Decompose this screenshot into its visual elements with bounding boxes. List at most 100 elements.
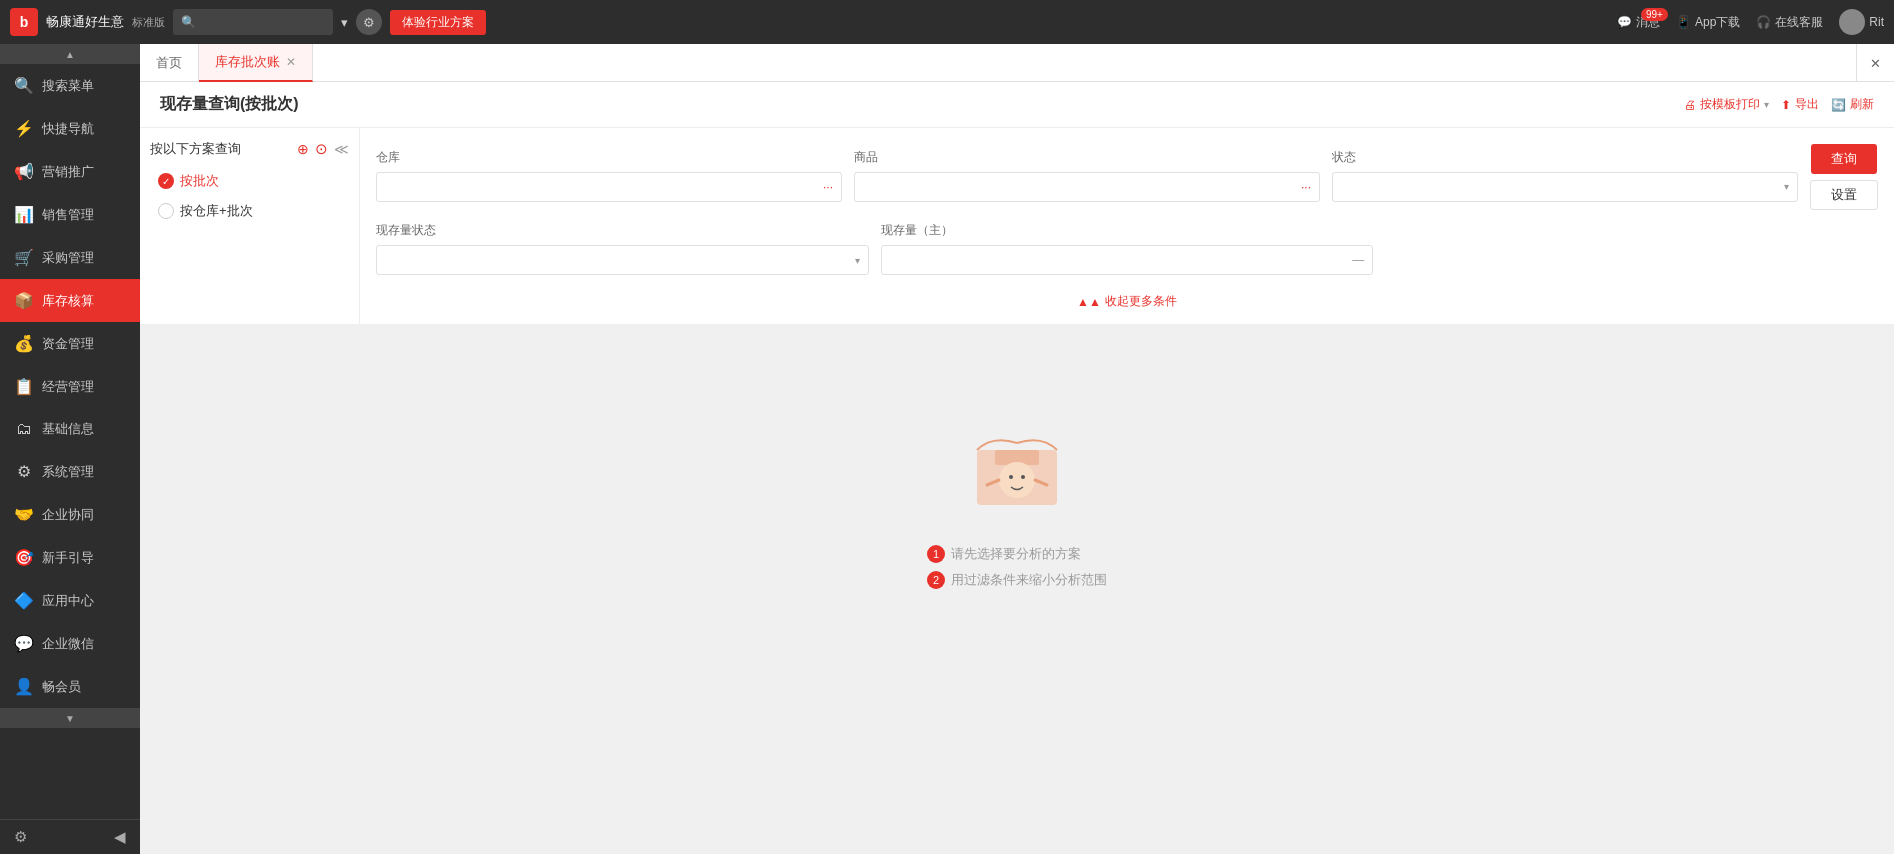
inventory-status-field: 现存量状态 ▾ (376, 222, 869, 275)
search-box[interactable]: 🔍 (173, 9, 333, 35)
warehouse-label: 仓库 (376, 149, 842, 166)
tab-home-label: 首页 (156, 54, 182, 72)
collapse-row[interactable]: ▲▲ 收起更多条件 (376, 287, 1878, 312)
sidebar-item-newuser[interactable]: 🎯 新手引导 (0, 536, 140, 579)
warehouse-input[interactable]: ··· (376, 172, 842, 202)
sidebar-item-label: 系统管理 (42, 463, 94, 481)
collapse-up-icon: ▲▲ (1077, 295, 1101, 309)
sidebar-scroll-up[interactable]: ▲ (0, 44, 140, 64)
sidebar-item-purchase[interactable]: 🛒 采购管理 (0, 236, 140, 279)
marketing-icon: 📢 (14, 162, 34, 181)
sidebar-collapse-icon[interactable]: ◀ (114, 828, 126, 846)
online-service-label: 在线客服 (1775, 14, 1823, 31)
brand-info: 畅康通好生意 标准版 (46, 13, 165, 31)
scheme-add-icon[interactable]: ⊕ (297, 141, 309, 157)
export-label: 导出 (1795, 96, 1819, 113)
sidebar-item-operation[interactable]: 📋 经营管理 (0, 365, 140, 408)
status-input[interactable]: ▾ (1332, 172, 1798, 202)
filter-actions: 查询 设置 (1810, 140, 1878, 210)
trial-button[interactable]: 体验行业方案 (390, 10, 486, 35)
tab-inventory-batch[interactable]: 库存批次账 ✕ (199, 44, 313, 82)
export-button[interactable]: ⬆ 导出 (1781, 96, 1819, 113)
sidebar-item-apps[interactable]: 🔷 应用中心 (0, 579, 140, 622)
message-icon: 💬 (1617, 15, 1632, 29)
sidebar-item-label: 库存核算 (42, 292, 94, 310)
inventory-qty-label: 现存量（主） (881, 222, 1374, 239)
scheme-collapse-icon[interactable]: ≪ (334, 141, 349, 157)
app-download-label: App下载 (1695, 14, 1740, 31)
settings-icon[interactable]: ⚙ (356, 9, 382, 35)
member-icon: 👤 (14, 677, 34, 696)
username-label: Rit (1869, 15, 1884, 29)
print-button[interactable]: 🖨 按模板打印 ▾ (1684, 96, 1769, 113)
operation-icon: 📋 (14, 377, 34, 396)
sidebar-settings-icon[interactable]: ⚙ (14, 828, 27, 846)
warehouse-field: 仓库 ··· (376, 149, 842, 202)
messages-item[interactable]: 💬 消息 99+ (1617, 14, 1660, 31)
svg-point-3 (1009, 475, 1013, 479)
dropdown-arrow[interactable]: ▾ (341, 15, 348, 30)
avatar (1839, 9, 1865, 35)
content-area: 首页 库存批次账 ✕ ✕ 现存量查询(按批次) 🖨 按模板打印 ▾ (140, 44, 1894, 854)
purchase-icon: 🛒 (14, 248, 34, 267)
product-input[interactable]: ··· (854, 172, 1320, 202)
user-item[interactable]: Rit (1839, 9, 1884, 35)
product-field: 商品 ··· (854, 149, 1320, 202)
close-icon: ✕ (1870, 56, 1881, 71)
status-label: 状态 (1332, 149, 1798, 166)
sidebar-item-label: 畅会员 (42, 678, 81, 696)
scheme-item-batch[interactable]: ✓ 按批次 (150, 166, 349, 196)
sidebar-item-label: 新手引导 (42, 549, 94, 567)
refresh-button[interactable]: 🔄 刷新 (1831, 96, 1874, 113)
online-service-item[interactable]: 🎧 在线客服 (1756, 14, 1823, 31)
inventory-status-arrow-icon: ▾ (855, 255, 860, 266)
sidebar-item-system[interactable]: ⚙ 系统管理 (0, 450, 140, 493)
sidebar-item-label: 经营管理 (42, 378, 94, 396)
sidebar-item-finance[interactable]: 💰 资金管理 (0, 322, 140, 365)
wechat-icon: 💬 (14, 634, 34, 653)
empty-tip-1: 1 请先选择要分析的方案 (927, 545, 1107, 563)
sidebar-item-marketing[interactable]: 📢 营销推广 (0, 150, 140, 193)
finance-icon: 💰 (14, 334, 34, 353)
scheme-settings-icon[interactable]: ⊙ (315, 140, 328, 158)
sidebar-item-sales[interactable]: 📊 销售管理 (0, 193, 140, 236)
sidebar-item-member[interactable]: 👤 畅会员 (0, 665, 140, 708)
sidebar-item-search[interactable]: 🔍 搜索菜单 (0, 64, 140, 107)
sidebar-item-label: 快捷导航 (42, 120, 94, 138)
page-header: 现存量查询(按批次) 🖨 按模板打印 ▾ ⬆ 导出 🔄 刷新 (140, 82, 1894, 128)
filter-row-2: 现存量状态 ▾ 现存量（主） — (376, 222, 1878, 275)
tab-home[interactable]: 首页 (140, 44, 199, 82)
inventory-qty-input[interactable]: — (881, 245, 1374, 275)
tip-1-num: 1 (927, 545, 945, 563)
sidebar-scroll-down[interactable]: ▼ (0, 708, 140, 728)
inventory-status-label: 现存量状态 (376, 222, 869, 239)
scheme-batch-label: 按批次 (180, 172, 219, 190)
query-button[interactable]: 查询 (1811, 144, 1877, 174)
scheme-warehouse-batch-label: 按仓库+批次 (180, 202, 253, 220)
inventory-status-input[interactable]: ▾ (376, 245, 869, 275)
sidebar-item-wechat[interactable]: 💬 企业微信 (0, 622, 140, 665)
tab-close-icon[interactable]: ✕ (286, 55, 296, 69)
sidebar-item-label: 企业协同 (42, 506, 94, 524)
settings-button[interactable]: 设置 (1810, 180, 1878, 210)
app-download-item[interactable]: 📱 App下载 (1676, 14, 1740, 31)
sidebar-item-enterprise[interactable]: 🤝 企业协同 (0, 493, 140, 536)
inventory-icon: 📦 (14, 291, 34, 310)
tabbar-close-button[interactable]: ✕ (1856, 44, 1894, 82)
warehouse-dots-icon: ··· (823, 180, 833, 194)
sidebar-item-label: 采购管理 (42, 249, 94, 267)
sidebar-item-label: 营销推广 (42, 163, 94, 181)
svg-point-2 (999, 462, 1035, 498)
messages-badge: 99+ (1641, 8, 1668, 21)
sidebar-item-basic[interactable]: 🗂 基础信息 (0, 408, 140, 450)
sidebar-item-label: 销售管理 (42, 206, 94, 224)
filter-row-1: 仓库 ··· 商品 ··· (376, 140, 1878, 210)
app-logo: b (10, 8, 38, 36)
brand-name: 畅康通好生意 (46, 14, 124, 29)
topbar: b 畅康通好生意 标准版 🔍 ▾ ⚙ 体验行业方案 💬 消息 99+ 📱 App… (0, 0, 1894, 44)
sidebar-item-quicknav[interactable]: ⚡ 快捷导航 (0, 107, 140, 150)
sidebar-item-inventory[interactable]: 📦 库存核算 (0, 279, 140, 322)
sidebar-item-label: 企业微信 (42, 635, 94, 653)
scheme-item-warehouse-batch[interactable]: 按仓库+批次 (150, 196, 349, 226)
sidebar-item-label: 资金管理 (42, 335, 94, 353)
